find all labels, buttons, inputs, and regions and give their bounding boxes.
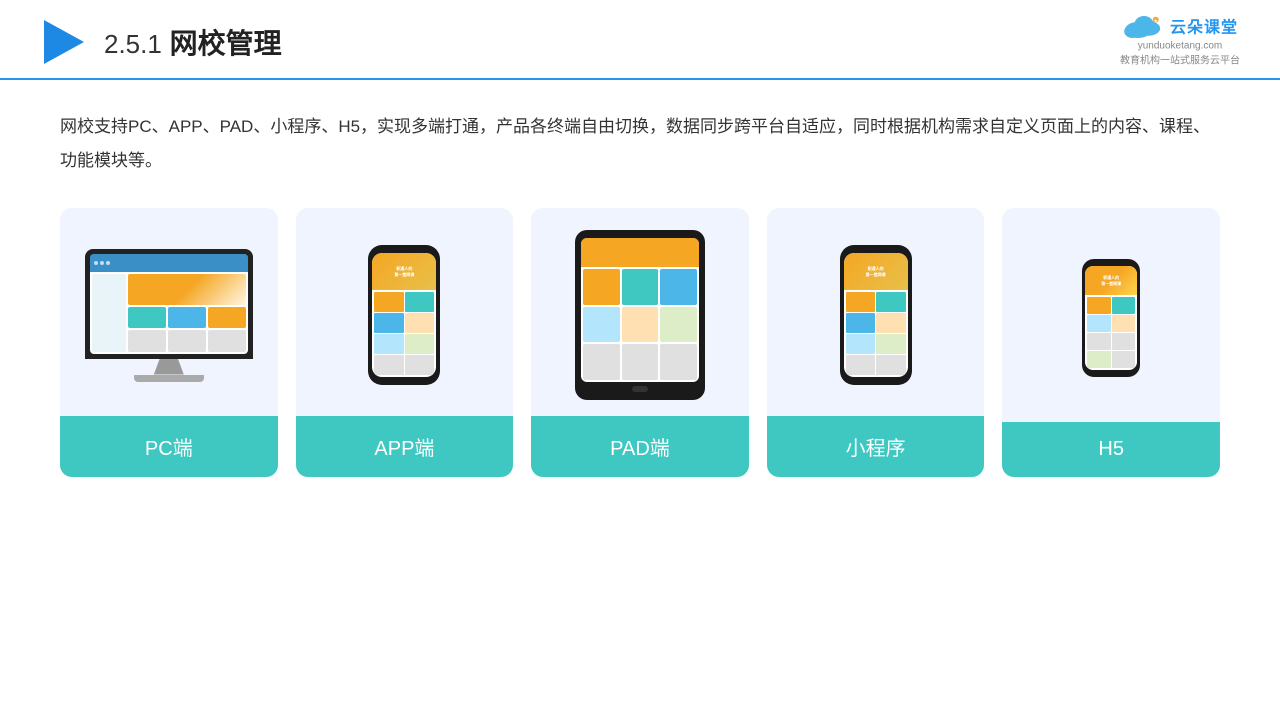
app-image-area: 职通人的第一堂网课 [296, 208, 514, 416]
logo-play-icon [40, 18, 88, 66]
title-text: 网校管理 [170, 28, 282, 59]
miniapp-card: 职通人的第一堂网课 [767, 208, 985, 477]
pc-monitor [85, 249, 253, 382]
monitor-outer [85, 249, 253, 359]
brand-url-text: yunduoketang.com [1138, 41, 1223, 52]
miniapp-image-area: 职通人的第一堂网课 [767, 208, 985, 416]
svg-text:★: ★ [1154, 19, 1159, 25]
main-content: 网校支持PC、APP、PAD、小程序、H5，实现多端打通，产品各终端自由切换，数… [0, 80, 1280, 720]
miniapp-label: 小程序 [767, 416, 985, 477]
brand-icon: ★ 云朵课堂 [1122, 12, 1238, 40]
app-phone: 职通人的第一堂网课 [368, 245, 440, 385]
page-title: 2.5.1 网校管理 [104, 22, 282, 62]
pad-tablet [575, 230, 705, 400]
h5-image-area: 职通人的第一堂网课 [1002, 208, 1220, 422]
pc-card: PC端 [60, 208, 278, 477]
devices-row: PC端 职通人的第一堂网课 [60, 208, 1220, 477]
brand-tagline-text: 教育机构一站式服务云平台 [1120, 52, 1240, 67]
monitor-screen [90, 254, 248, 354]
pad-image-area [531, 208, 749, 416]
section-number: 2.5.1 [104, 29, 162, 59]
h5-card: 职通人的第一堂网课 [1002, 208, 1220, 477]
pc-label: PC端 [60, 416, 278, 477]
pad-card: PAD端 [531, 208, 749, 477]
app-card: 职通人的第一堂网课 [296, 208, 514, 477]
brand-logo: ★ 云朵课堂 yunduoketang.com 教育机构一站式服务云平台 [1120, 12, 1240, 67]
description-text: 网校支持PC、APP、PAD、小程序、H5，实现多端打通，产品各终端自由切换，数… [60, 110, 1220, 178]
app-label: APP端 [296, 416, 514, 477]
h5-label: H5 [1002, 422, 1220, 477]
h5-phone: 职通人的第一堂网课 [1082, 259, 1140, 377]
page: 2.5.1 网校管理 ★ 云朵课堂 yunduoketang.com 教育机构一… [0, 0, 1280, 720]
brand-name-text: 云朵课堂 [1170, 14, 1238, 38]
pad-label: PAD端 [531, 416, 749, 477]
header: 2.5.1 网校管理 ★ 云朵课堂 yunduoketang.com 教育机构一… [0, 0, 1280, 80]
cloud-icon: ★ [1122, 12, 1166, 40]
miniapp-phone: 职通人的第一堂网课 [840, 245, 912, 385]
pc-image-area [60, 208, 278, 416]
